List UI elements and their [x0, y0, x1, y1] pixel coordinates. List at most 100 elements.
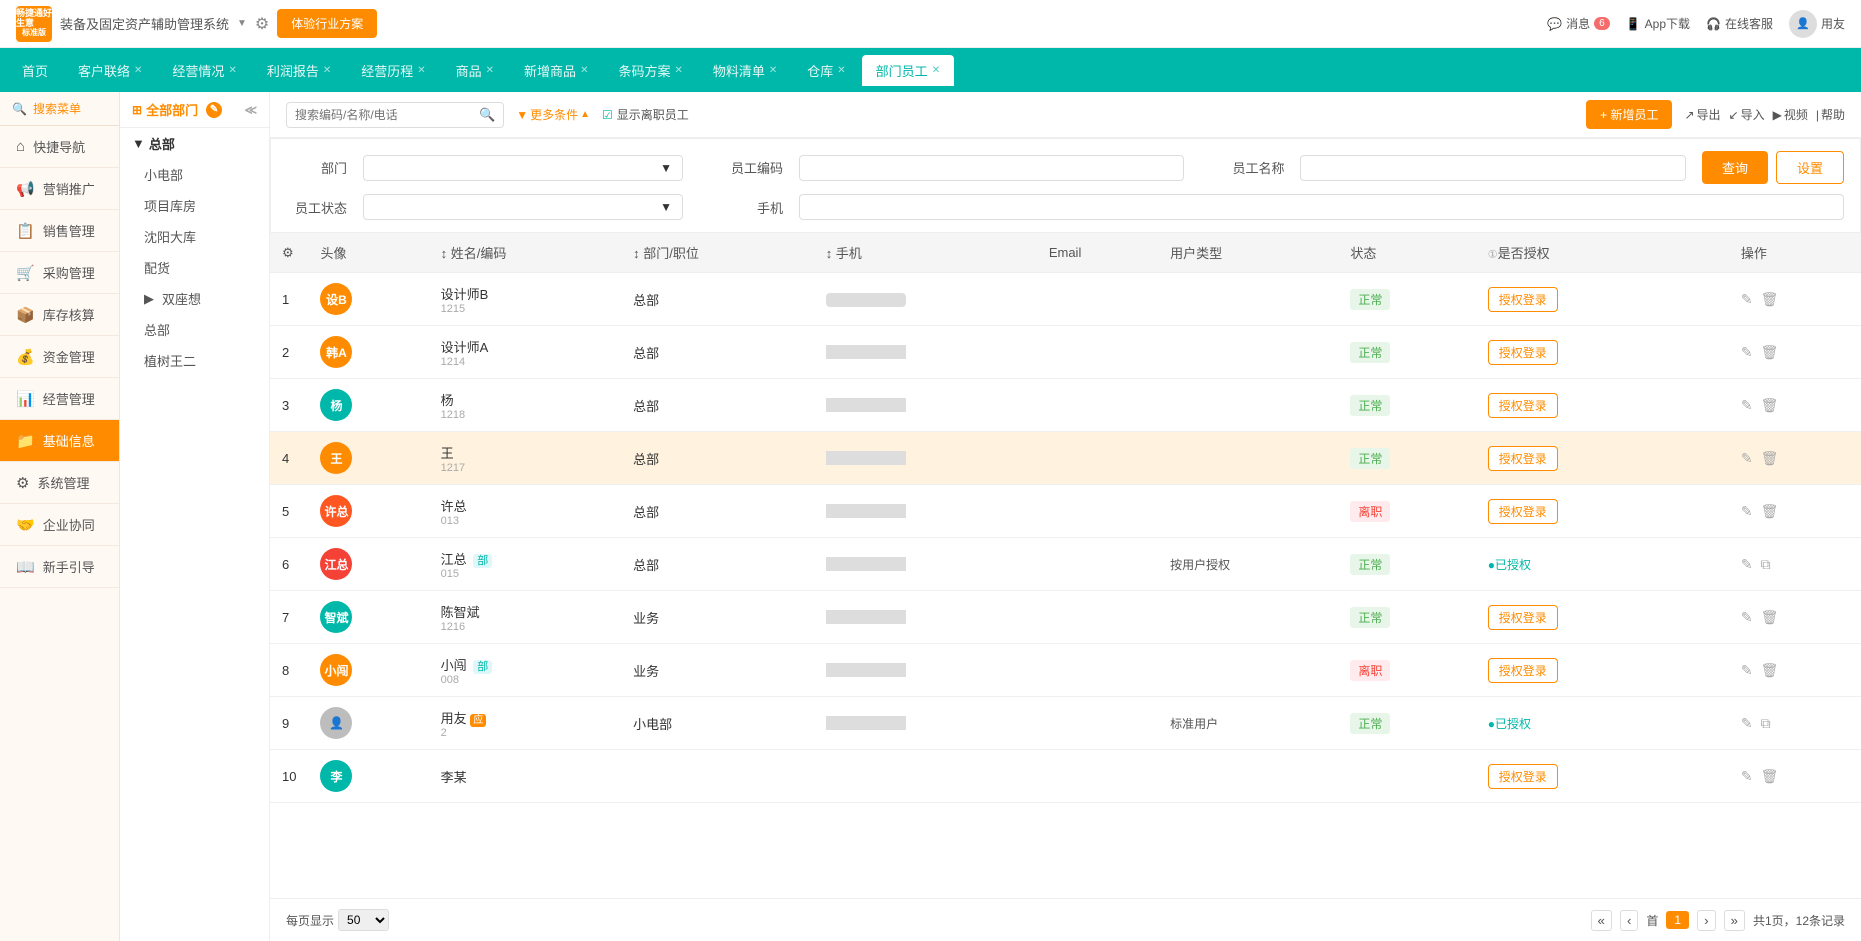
delete-icon[interactable]: 🗑 — [1761, 397, 1779, 414]
col-phone[interactable]: ↕ 手机 — [814, 233, 1037, 273]
tab-bom[interactable]: 物料清单 ✕ — [699, 55, 791, 86]
online-service-item[interactable]: 🎧 在线客服 — [1706, 15, 1773, 32]
query-button[interactable]: 查询 — [1702, 151, 1768, 184]
close-icon[interactable]: ✕ — [134, 65, 142, 76]
tab-profit[interactable]: 利润报告 ✕ — [253, 55, 345, 86]
nav-item-sales[interactable]: 📋 销售管理 — [0, 210, 119, 252]
nav-item-stock[interactable]: 📦 库存核算 — [0, 294, 119, 336]
auth-button[interactable]: 授权登录 — [1488, 764, 1558, 789]
tab-history[interactable]: 经营历程 ✕ — [347, 55, 439, 86]
auth-button[interactable]: 授权登录 — [1488, 605, 1558, 630]
edit-icon[interactable]: ✎ — [1741, 609, 1753, 626]
auth-button[interactable]: 授权登录 — [1488, 446, 1558, 471]
auth-button[interactable]: 授权登录 — [1488, 287, 1558, 312]
nav-item-collab[interactable]: 🤝 企业协同 — [0, 504, 119, 546]
close-icon[interactable]: ✕ — [932, 65, 940, 76]
set-button[interactable]: 设置 — [1776, 151, 1844, 184]
edit-icon[interactable]: ✎ — [1741, 344, 1753, 361]
dept-item-ph[interactable]: 配货 — [120, 252, 269, 283]
export-btn[interactable]: ↗ 导出 — [1684, 106, 1720, 123]
tab-department[interactable]: 部门员工 ✕ — [862, 55, 954, 86]
delete-icon[interactable]: 🗑 — [1761, 503, 1779, 520]
edit-icon[interactable]: ✎ — [1741, 662, 1753, 679]
search-input[interactable] — [295, 108, 475, 122]
copy-icon[interactable]: ⧉ — [1761, 715, 1771, 732]
nav-item-finance[interactable]: 💰 资金管理 — [0, 336, 119, 378]
dept-item-zb[interactable]: 总部 — [120, 314, 269, 345]
nav-item-guide[interactable]: 📖 新手引导 — [0, 546, 119, 588]
edit-icon[interactable]: ✎ — [1741, 450, 1753, 467]
next-page-btn[interactable]: › — [1697, 910, 1715, 931]
tab-customer[interactable]: 客户联络 ✕ — [64, 55, 156, 86]
tab-barcode[interactable]: 条码方案 ✕ — [604, 55, 696, 86]
phone-input[interactable] — [799, 194, 1844, 220]
delete-icon[interactable]: 🗑 — [1761, 344, 1779, 361]
view-btn[interactable]: ▶ 视频 — [1773, 106, 1808, 123]
system-dropdown-icon[interactable]: ▼ — [237, 18, 247, 29]
auth-button[interactable]: 授权登录 — [1488, 340, 1558, 365]
close-icon[interactable]: ✕ — [228, 65, 236, 76]
dept-item-sydk[interactable]: 沈阳大库 — [120, 221, 269, 252]
current-page[interactable]: 1 — [1666, 911, 1689, 929]
tab-goods[interactable]: 商品 ✕ — [442, 55, 508, 86]
tab-operation[interactable]: 经营情况 ✕ — [158, 55, 250, 86]
first-page-btn[interactable]: « — [1591, 910, 1612, 931]
delete-icon[interactable]: 🗑 — [1761, 768, 1779, 785]
nav-item-marketing[interactable]: 📢 营销推广 — [0, 168, 119, 210]
dept-item-zswe[interactable]: 植树王二 — [120, 345, 269, 376]
dept-item-head[interactable]: ▼ 总部 — [120, 128, 269, 159]
prev-page-btn[interactable]: ‹ — [1620, 910, 1638, 931]
tab-warehouse[interactable]: 仓库 ✕ — [793, 55, 859, 86]
msg-item[interactable]: 💬 消息 6 — [1547, 15, 1610, 32]
dept-item-xdb[interactable]: 小电部 — [120, 159, 269, 190]
close-icon[interactable]: ✕ — [769, 65, 777, 76]
import-btn[interactable]: ↙ 导入 — [1729, 106, 1765, 123]
search-nav-label[interactable]: 搜索菜单 — [33, 100, 81, 117]
close-icon[interactable]: ✕ — [417, 65, 425, 76]
delete-icon[interactable]: 🗑 — [1761, 291, 1779, 308]
delete-icon[interactable]: 🗑 — [1761, 662, 1779, 679]
dept-item-xmkf[interactable]: 项目库房 — [120, 190, 269, 221]
edit-icon[interactable]: ✎ — [1741, 503, 1753, 520]
user-item[interactable]: 👤 用友 — [1789, 10, 1845, 38]
auth-button[interactable]: 授权登录 — [1488, 393, 1558, 418]
dept-header-label[interactable]: 全部部门 — [146, 100, 198, 119]
nav-item-operation[interactable]: 📊 经营管理 — [0, 378, 119, 420]
dept-item-szx[interactable]: ▶ 双座想 — [120, 283, 269, 314]
close-icon[interactable]: ✕ — [486, 65, 494, 76]
close-icon[interactable]: ✕ — [323, 65, 331, 76]
tab-home[interactable]: 首页 — [8, 55, 62, 86]
settings-icon[interactable]: ⚙ — [255, 14, 269, 34]
add-employee-button[interactable]: + 新增员工 — [1586, 100, 1672, 129]
close-icon[interactable]: ✕ — [837, 65, 845, 76]
edit-icon[interactable]: ✎ — [1741, 397, 1753, 414]
col-dept[interactable]: ↕ 部门/职位 — [621, 233, 814, 273]
help-btn[interactable]: | 帮助 — [1816, 106, 1845, 123]
copy-icon[interactable]: ⧉ — [1761, 556, 1771, 573]
app-download-item[interactable]: 📱 App下载 — [1626, 15, 1690, 32]
per-page-select[interactable]: 50 10 20 100 — [338, 909, 389, 931]
nav-item-purchase[interactable]: 🛒 采购管理 — [0, 252, 119, 294]
col-name[interactable]: ↕ 姓名/编码 — [429, 233, 622, 273]
show-resigned-toggle[interactable]: ☑ 显示离职员工 — [602, 106, 689, 123]
edit-icon[interactable]: ✎ — [1741, 556, 1753, 573]
edit-icon[interactable]: ✎ — [1741, 768, 1753, 785]
nav-item-shortcut[interactable]: ⌂ 快捷导航 — [0, 126, 119, 168]
dept-collapse-btn[interactable]: ≪ — [244, 103, 257, 117]
emp-name-input[interactable] — [1300, 155, 1685, 181]
emp-status-select[interactable]: ▼ — [363, 194, 683, 220]
last-page-btn[interactable]: » — [1724, 910, 1745, 931]
nav-item-basic[interactable]: 📁 基础信息 — [0, 420, 119, 462]
delete-icon[interactable]: 🗑 — [1761, 450, 1779, 467]
tab-add-goods[interactable]: 新增商品 ✕ — [510, 55, 602, 86]
dept-select[interactable]: ▼ — [363, 155, 683, 181]
col-settings[interactable]: ⚙ — [270, 233, 308, 273]
delete-icon[interactable]: 🗑 — [1761, 609, 1779, 626]
edit-icon[interactable]: ✎ — [1741, 715, 1753, 732]
emp-code-input[interactable] — [799, 155, 1184, 181]
trial-button[interactable]: 体验行业方案 — [277, 9, 377, 38]
nav-item-system[interactable]: ⚙ 系统管理 — [0, 462, 119, 504]
auth-button[interactable]: 授权登录 — [1488, 658, 1558, 683]
close-icon[interactable]: ✕ — [580, 65, 588, 76]
close-icon[interactable]: ✕ — [674, 65, 682, 76]
